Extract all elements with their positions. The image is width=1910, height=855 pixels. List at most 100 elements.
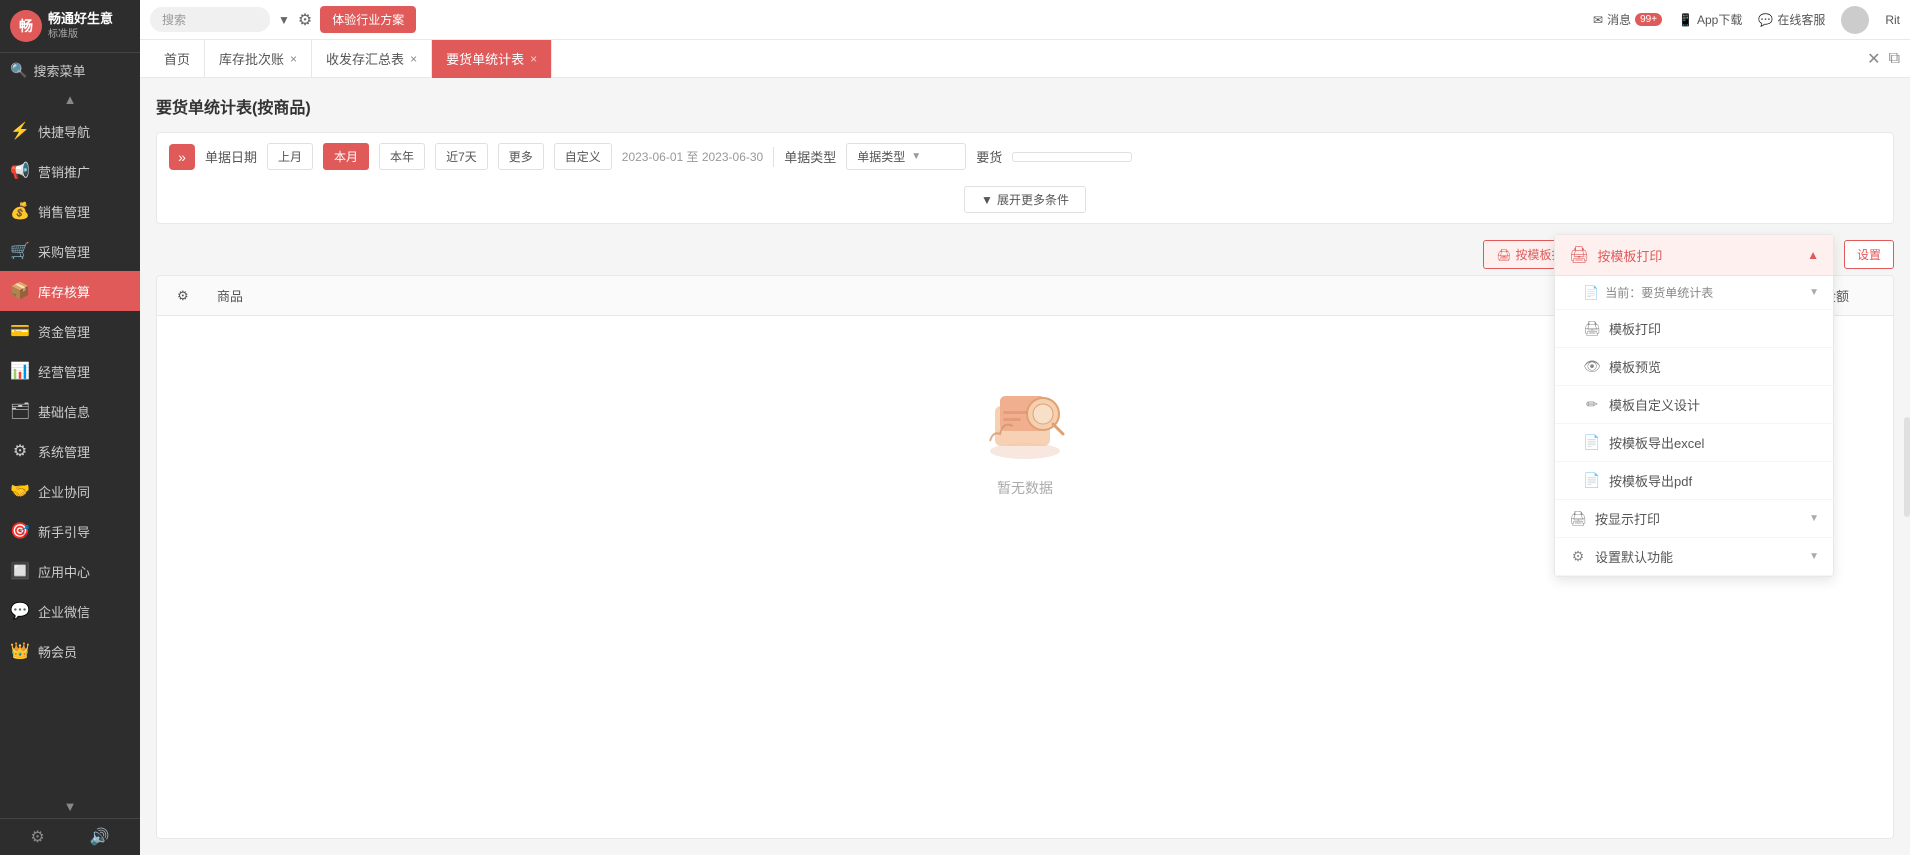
dropdown-template-excel[interactable]: 📄 按模板导出excel [1555,424,1833,462]
date-7days-btn[interactable]: 近7天 [435,143,488,170]
main-area: 搜索 ▼ ⚙ 体验行业方案 ✉ 消息 99+ 📱 App下载 💬 在线客服 Ri… [140,0,1910,855]
sidebar-search[interactable]: 🔍 搜索菜单 [0,53,140,88]
current-template-item[interactable]: 📄 当前：要货单统计表 ▼ [1555,276,1833,310]
empty-illustration [975,376,1075,466]
dropdown-template-pdf[interactable]: 📄 按模板导出pdf [1555,462,1833,500]
date-custom-btn[interactable]: 自定义 [554,143,612,170]
app-logo: 畅 畅通好生意 标准版 [0,0,140,53]
template-preview-icon: 👁 [1583,358,1601,375]
app-download-btn[interactable]: 📱 App下载 [1678,11,1742,28]
sidebar-item-marketing[interactable]: 📢 营销推广 [0,151,140,191]
sidebar-item-quick-nav[interactable]: ⚡ 快捷导航 [0,111,140,151]
date-prev-month-btn[interactable]: 上月 [267,143,313,170]
logo-icon: 畅 [10,10,42,42]
topbar-gear-btn[interactable]: ⚙ [298,10,312,30]
maximize-window-btn[interactable]: ⧉ [1889,50,1900,68]
sidebar-item-guide[interactable]: 🎯 新手引导 [0,511,140,551]
sidebar-settings-btn[interactable]: ⚙ [30,827,44,847]
sidebar-item-finance[interactable]: 💳 资金管理 [0,311,140,351]
search-icon: 🔍 [10,62,27,79]
display-print-left: 🖨 按显示打印 [1569,509,1660,528]
type-filter-label: 单据类型 [784,147,836,166]
current-template-left: 📄 当前：要货单统计表 [1583,284,1713,301]
topbar: 搜索 ▼ ⚙ 体验行业方案 ✉ 消息 99+ 📱 App下载 💬 在线客服 Ri… [140,0,1910,40]
dropdown-template-design[interactable]: ✏ 模板自定义设计 [1555,386,1833,424]
goods-filter-input[interactable] [1012,152,1132,162]
tab-home[interactable]: 首页 [150,40,205,78]
filter-separator [773,147,774,167]
sidebar-item-wechat[interactable]: 💬 企业微信 [0,591,140,631]
dropdown-display-print[interactable]: 🖨 按显示打印 ▼ [1555,500,1833,538]
sidebar-item-system[interactable]: ⚙ 系统管理 [0,431,140,471]
wechat-icon: 💬 [10,601,30,621]
goods-filter-label: 要货 [976,147,1002,166]
empty-text: 暂无数据 [997,478,1053,498]
date-filter-label: 单据日期 [205,147,257,166]
user-avatar[interactable] [1841,6,1869,34]
sidebar-item-enterprise[interactable]: 🤝 企业协同 [0,471,140,511]
trial-btn[interactable]: 体验行业方案 [320,6,416,33]
filter-expand-btn[interactable]: » [169,144,195,170]
scrollbar-right[interactable] [1904,417,1910,517]
current-template-arrow: ▼ [1809,287,1819,298]
sidebar-item-apps[interactable]: 🔲 应用中心 [0,551,140,591]
close-receipt-summary-btn[interactable]: × [410,52,417,66]
close-window-btn[interactable]: ✕ [1867,49,1880,69]
tab-receipt-summary[interactable]: 收发存汇总表 × [312,40,432,78]
purchase-icon: 🛒 [10,241,30,261]
scroll-up-btn[interactable]: ▲ [0,88,140,111]
type-filter-arrow: ▼ [911,151,921,162]
sidebar-item-inventory[interactable]: 📦 库存核算 [0,271,140,311]
member-icon: 👑 [10,641,30,661]
template-pdf-icon: 📄 [1583,472,1601,489]
expand-more-btn[interactable]: ▼ 展开更多条件 [964,186,1086,213]
finance-icon: 💳 [10,321,30,341]
filter-row: » 单据日期 上月 本月 本年 近7天 更多 自定义 2023-06-01 至 … [169,143,1881,170]
sidebar-sound-btn[interactable]: 🔊 [90,827,110,847]
messages-badge: 99+ [1635,13,1662,26]
date-this-month-btn[interactable]: 本月 [323,143,369,170]
print-icon: 🖨 [1496,248,1511,262]
set-default-left: ⚙ 设置默认功能 [1569,547,1673,566]
type-filter-select[interactable]: 单据类型 ▼ [846,143,966,170]
online-service-btn[interactable]: 💬 在线客服 [1758,11,1825,28]
tab-order-stats[interactable]: 要货单统计表 × [432,40,552,78]
logo-text: 畅通好生意 标准版 [48,11,113,41]
sidebar-bottom: ⚙ 🔊 [0,818,140,855]
tab-batch-account[interactable]: 库存批次账 × [205,40,312,78]
close-batch-account-btn[interactable]: × [290,52,297,66]
display-print-arrow: ▼ [1809,513,1819,524]
settings-btn[interactable]: 设置 [1844,240,1894,269]
close-order-stats-btn[interactable]: × [530,52,537,66]
app-download-icon: 📱 [1678,13,1693,27]
base-icon: 🗂 [10,401,30,421]
th-settings[interactable]: ⚙ [167,288,207,304]
date-this-year-btn[interactable]: 本年 [379,143,425,170]
display-print-icon: 🖨 [1569,510,1587,527]
sidebar-item-operations[interactable]: 📊 经营管理 [0,351,140,391]
inventory-icon: 📦 [10,281,30,301]
messages-btn[interactable]: ✉ 消息 99+ [1593,11,1662,28]
sidebar-item-sales[interactable]: 💰 销售管理 [0,191,140,231]
page-title: 要货单统计表(按商品) [156,94,1894,118]
date-more-btn[interactable]: 更多 [498,143,544,170]
system-icon: ⚙ [10,441,30,461]
dropdown-print-icon: 🖨 [1569,245,1589,265]
dropdown-template-print[interactable]: 🖨 模板打印 [1555,310,1833,348]
topbar-search-box[interactable]: 搜索 [150,7,270,32]
topbar-right: ✉ 消息 99+ 📱 App下载 💬 在线客服 Rit [1593,6,1900,34]
sidebar-item-purchase[interactable]: 🛒 采购管理 [0,231,140,271]
sidebar-item-member[interactable]: 👑 畅会员 [0,631,140,671]
dropdown-set-default[interactable]: ⚙ 设置默认功能 ▼ [1555,538,1833,576]
topbar-dropdown-btn[interactable]: ▼ [278,13,290,27]
scroll-down-btn[interactable]: ▼ [0,795,140,818]
service-icon: 💬 [1758,13,1773,27]
quick-nav-icon: ⚡ [10,121,30,141]
sidebar-item-base[interactable]: 🗂 基础信息 [0,391,140,431]
dropdown-template-preview[interactable]: 👁 模板预览 [1555,348,1833,386]
dropdown-header[interactable]: 🖨 按模板打印 ▲ [1555,235,1833,276]
filter-bar: » 单据日期 上月 本月 本年 近7天 更多 自定义 2023-06-01 至 … [156,132,1894,224]
dropdown-chevron-icon: ▲ [1807,248,1819,262]
expand-more-icon: ▼ [981,193,993,207]
set-default-arrow: ▼ [1809,551,1819,562]
